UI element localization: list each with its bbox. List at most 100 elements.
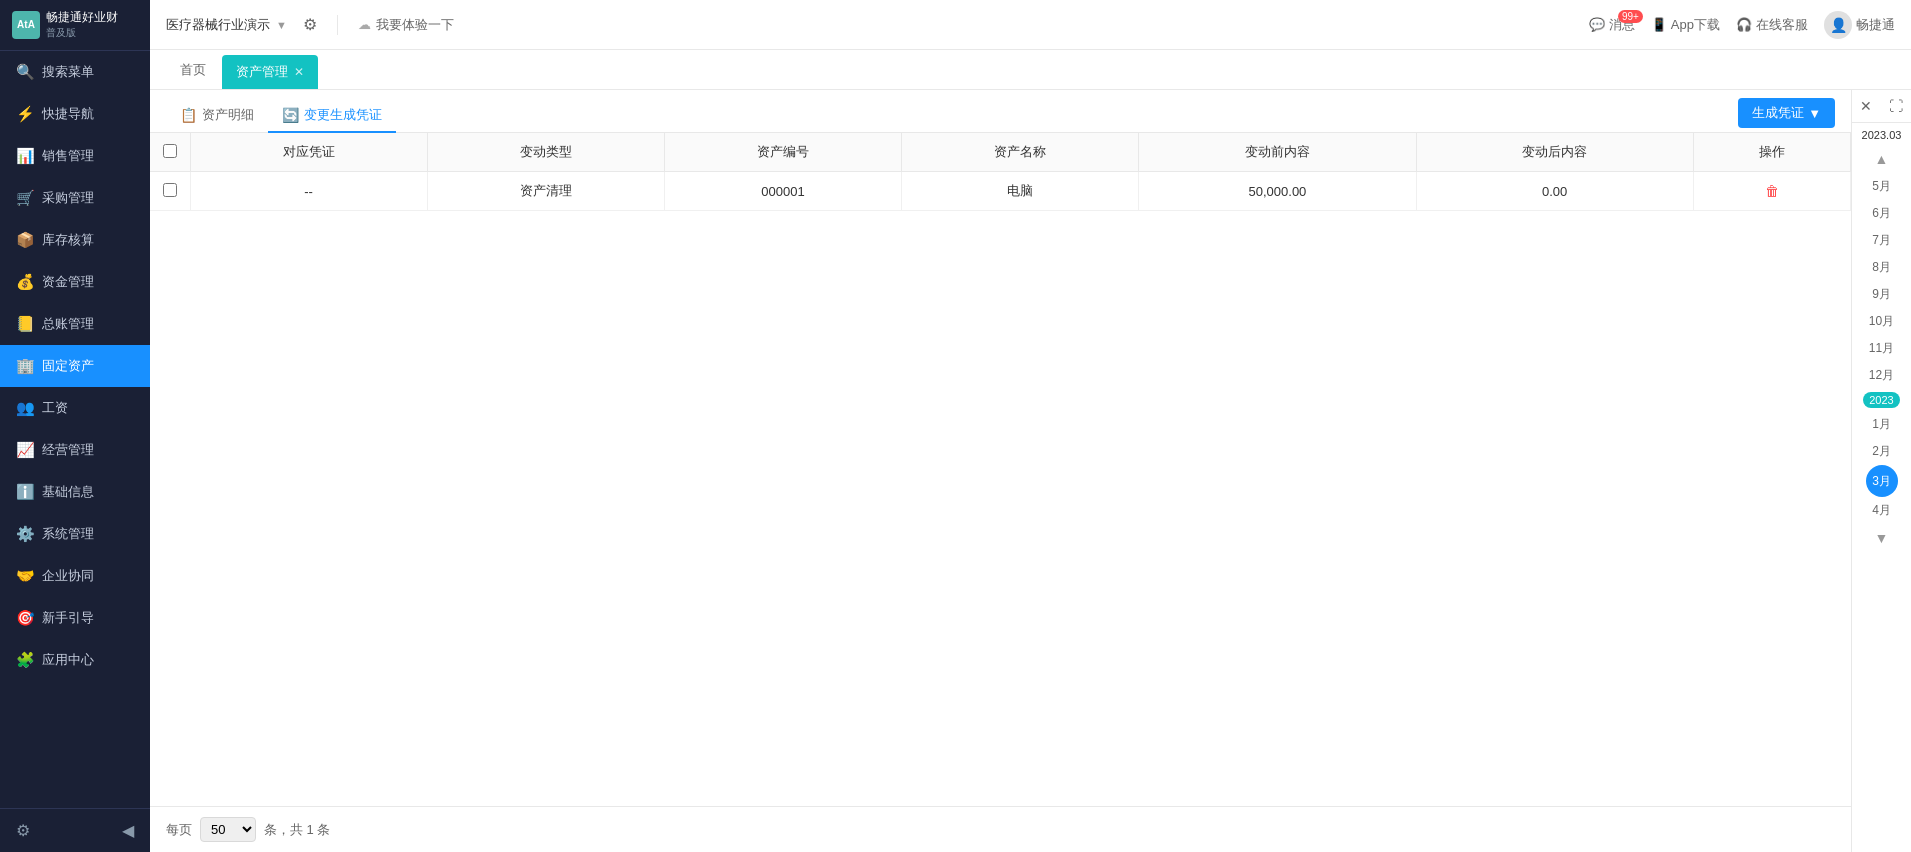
app-download-button[interactable]: 📱 App下载 [1651, 16, 1720, 34]
sub-tabs: 📋 资产明细 🔄 变更生成凭证 生成凭证 ▼ [150, 90, 1851, 133]
sidebar-item-purchase[interactable]: 🛒 采购管理 [0, 177, 150, 219]
sidebar-label-quick-nav: 快捷导航 [42, 105, 94, 123]
sidebar-item-fixed-assets[interactable]: 🏢 固定资产 [0, 345, 150, 387]
header-divider [337, 15, 338, 35]
sidebar-item-quick-nav[interactable]: ⚡ 快捷导航 [0, 93, 150, 135]
generate-voucher-button[interactable]: 生成凭证 ▼ [1738, 98, 1835, 128]
year-badge[interactable]: 2023 [1863, 392, 1899, 408]
payroll-icon: 👥 [16, 399, 34, 417]
settings-icon[interactable]: ⚙ [16, 821, 30, 840]
sidebar-label-basic-info: 基础信息 [42, 483, 94, 501]
customer-service-button[interactable]: 🎧 在线客服 [1736, 16, 1808, 34]
user-profile[interactable]: 👤 畅捷通 [1824, 11, 1895, 39]
tabs-bar: 首页 资产管理 ✕ [150, 50, 1911, 90]
month-4[interactable]: 4月 [1862, 497, 1902, 524]
nav-up-arrow[interactable]: ▲ [1870, 147, 1894, 171]
basic-info-icon: ℹ️ [16, 483, 34, 501]
select-all-checkbox[interactable] [163, 144, 177, 158]
edition-label: 普及版 [46, 26, 118, 40]
purchase-icon: 🛒 [16, 189, 34, 207]
per-page-label: 每页 [166, 821, 192, 839]
header-right: 💬 消息 99+ 📱 App下载 🎧 在线客服 👤 畅捷通 [1589, 11, 1895, 39]
sidebar-item-operations[interactable]: 📈 经营管理 [0, 429, 150, 471]
month-8[interactable]: 8月 [1862, 254, 1902, 281]
right-panel-header: ✕ ⛶ [1852, 90, 1911, 123]
sidebar-item-basic-info[interactable]: ℹ️ 基础信息 [0, 471, 150, 513]
sidebar-item-ledger[interactable]: 📒 总账管理 [0, 303, 150, 345]
col-operation: 操作 [1693, 133, 1850, 172]
sidebar-item-inventory[interactable]: 📦 库存核算 [0, 219, 150, 261]
tab-home[interactable]: 首页 [166, 53, 220, 89]
logo-icon: AtA [12, 11, 40, 39]
sidebar-item-search[interactable]: 🔍 搜索菜单 [0, 51, 150, 93]
collapse-icon[interactable]: ◀ [122, 821, 134, 840]
funds-icon: 💰 [16, 273, 34, 291]
settings-gear-icon[interactable]: ⚙ [303, 15, 317, 34]
tab-close-icon[interactable]: ✕ [294, 65, 304, 79]
service-icon: 🎧 [1736, 17, 1752, 32]
sub-tab-asset-detail[interactable]: 📋 资产明细 [166, 99, 268, 133]
sidebar-nav: 🔍 搜索菜单 ⚡ 快捷导航 📊 销售管理 🛒 采购管理 📦 库存核算 💰 资金管… [0, 51, 150, 808]
panel-close-icon[interactable]: ✕ [1860, 98, 1872, 114]
asset-detail-icon: 📋 [180, 107, 197, 123]
col-before-change: 变动前内容 [1139, 133, 1416, 172]
company-selector[interactable]: 医疗器械行业演示 ▼ [166, 16, 287, 34]
company-dropdown-arrow: ▼ [276, 19, 287, 31]
bell-icon: 💬 [1589, 17, 1605, 32]
col-change-type: 变动类型 [427, 133, 664, 172]
fixed-assets-icon: 🏢 [16, 357, 34, 375]
panel-expand-icon[interactable]: ⛶ [1889, 98, 1903, 114]
sidebar-item-system[interactable]: ⚙️ 系统管理 [0, 513, 150, 555]
sidebar-item-payroll[interactable]: 👥 工资 [0, 387, 150, 429]
month-9[interactable]: 9月 [1862, 281, 1902, 308]
sidebar-label-operations: 经营管理 [42, 441, 94, 459]
sidebar-label-enterprise: 企业协同 [42, 567, 94, 585]
sidebar-item-funds[interactable]: 💰 资金管理 [0, 261, 150, 303]
month-6[interactable]: 6月 [1862, 200, 1902, 227]
notifications-button[interactable]: 💬 消息 99+ [1589, 16, 1635, 34]
nav-down-arrow[interactable]: ▼ [1870, 526, 1894, 550]
month-5[interactable]: 5月 [1862, 173, 1902, 200]
notifications-badge: 99+ [1618, 10, 1643, 23]
operations-icon: 📈 [16, 441, 34, 459]
cell-voucher: -- [190, 172, 427, 211]
inventory-icon: 📦 [16, 231, 34, 249]
experience-button[interactable]: ☁ 我要体验一下 [358, 16, 454, 34]
header-checkbox-cell [150, 133, 190, 172]
sidebar-label-guide: 新手引导 [42, 609, 94, 627]
logo-text: 畅捷通好业财 [46, 10, 118, 26]
row-checkbox[interactable] [163, 183, 177, 197]
enterprise-icon: 🤝 [16, 567, 34, 585]
tab-asset-management[interactable]: 资产管理 ✕ [222, 55, 318, 89]
sub-tab-change-voucher[interactable]: 🔄 变更生成凭证 [268, 99, 396, 133]
guide-icon: 🎯 [16, 609, 34, 627]
sidebar-label-ledger: 总账管理 [42, 315, 94, 333]
month-10[interactable]: 10月 [1862, 308, 1902, 335]
sidebar-bottom: ⚙ ◀ [0, 808, 150, 852]
table-container: 对应凭证 变动类型 资产编号 资产名称 [150, 133, 1851, 806]
sidebar-item-guide[interactable]: 🎯 新手引导 [0, 597, 150, 639]
sidebar: AtA 畅捷通好业财 普及版 🔍 搜索菜单 ⚡ 快捷导航 📊 销售管理 🛒 采购… [0, 0, 150, 852]
month-7[interactable]: 7月 [1862, 227, 1902, 254]
sub-tab-change-voucher-label: 变更生成凭证 [304, 106, 382, 124]
table-row: -- 资产清理 000001 电脑 50,000.00 0.00 🗑 [150, 172, 1851, 211]
month-2[interactable]: 2月 [1862, 438, 1902, 465]
main-area: 医疗器械行业演示 ▼ ⚙ ☁ 我要体验一下 💬 消息 99+ 📱 App下载 🎧… [150, 0, 1911, 852]
quick-nav-icon: ⚡ [16, 105, 34, 123]
month-3-active[interactable]: 3月 [1866, 465, 1898, 497]
app-download-label: App下载 [1671, 16, 1720, 34]
row-checkbox-cell [150, 172, 190, 211]
avatar: 👤 [1824, 11, 1852, 39]
per-page-select[interactable]: 10 20 50 100 [200, 817, 256, 842]
month-11[interactable]: 11月 [1862, 335, 1902, 362]
month-12[interactable]: 12月 [1862, 362, 1902, 389]
sub-tabs-left: 📋 资产明细 🔄 变更生成凭证 [166, 99, 396, 132]
right-panel: ✕ ⛶ 2023.03 ▲ 5月 6月 7月 8月 9月 10月 11月 12月… [1851, 90, 1911, 852]
sidebar-item-sales[interactable]: 📊 销售管理 [0, 135, 150, 177]
col-after-change: 变动后内容 [1416, 133, 1693, 172]
sidebar-item-enterprise[interactable]: 🤝 企业协同 [0, 555, 150, 597]
app-center-icon: 🧩 [16, 651, 34, 669]
month-1[interactable]: 1月 [1862, 411, 1902, 438]
delete-row-icon[interactable]: 🗑 [1765, 183, 1779, 199]
sidebar-item-app-center[interactable]: 🧩 应用中心 [0, 639, 150, 681]
